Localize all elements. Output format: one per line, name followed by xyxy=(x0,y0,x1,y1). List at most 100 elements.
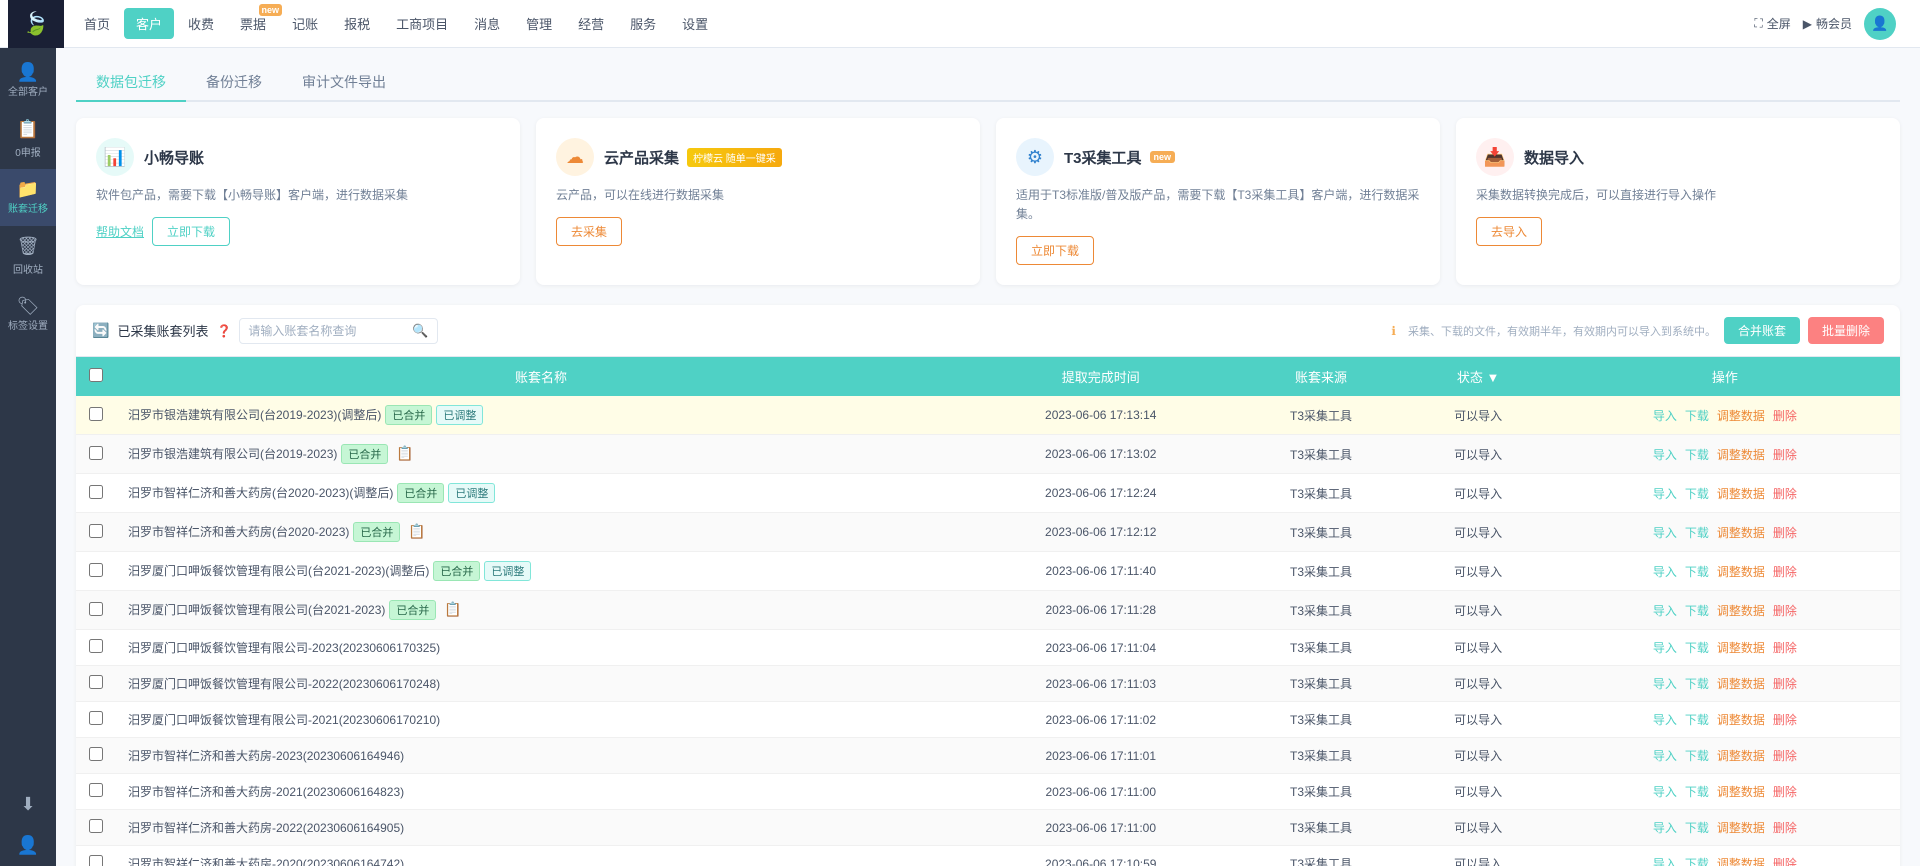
action-调整数据-2[interactable]: 调整数据 xyxy=(1717,487,1765,501)
action-下载-10[interactable]: 下载 xyxy=(1685,785,1709,799)
copy-icon[interactable]: 📋 xyxy=(392,445,413,461)
tab-audit-export[interactable]: 审计文件导出 xyxy=(282,64,406,102)
action-导入-11[interactable]: 导入 xyxy=(1653,821,1677,835)
topnav-item-account[interactable]: 记账 xyxy=(280,8,330,39)
action-下载-5[interactable]: 下载 xyxy=(1685,604,1709,618)
batch-delete-btn[interactable]: 批量删除 xyxy=(1808,317,1884,344)
action-导入-7[interactable]: 导入 xyxy=(1653,677,1677,691)
action-调整数据-6[interactable]: 调整数据 xyxy=(1717,641,1765,655)
topnav-item-home[interactable]: 首页 xyxy=(72,8,122,39)
action-删除-11[interactable]: 删除 xyxy=(1773,821,1797,835)
sidebar-item-account-migration[interactable]: 📁 账套迁移 xyxy=(0,169,56,226)
action-导入-0[interactable]: 导入 xyxy=(1653,409,1677,423)
topnav-item-fee[interactable]: 收费 xyxy=(176,8,226,39)
sidebar-item-zero-report[interactable]: 📋 0申报 xyxy=(0,109,56,169)
action-调整数据-5[interactable]: 调整数据 xyxy=(1717,604,1765,618)
action-导入-8[interactable]: 导入 xyxy=(1653,713,1677,727)
sidebar-item-recycle[interactable]: 🗑 回收站 xyxy=(0,226,56,286)
action-导入-6[interactable]: 导入 xyxy=(1653,641,1677,655)
action-导入-1[interactable]: 导入 xyxy=(1653,448,1677,462)
action-下载-11[interactable]: 下载 xyxy=(1685,821,1709,835)
row-checkbox-2[interactable] xyxy=(89,485,103,499)
action-删除-10[interactable]: 删除 xyxy=(1773,785,1797,799)
user-avatar[interactable]: 👤 xyxy=(1864,8,1896,40)
col-status[interactable]: 状态 ▼ xyxy=(1407,357,1550,396)
action-删除-1[interactable]: 删除 xyxy=(1773,448,1797,462)
action-删除-3[interactable]: 删除 xyxy=(1773,526,1797,540)
topnav-item-service[interactable]: 服务 xyxy=(618,8,668,39)
action-下载-4[interactable]: 下载 xyxy=(1685,565,1709,579)
action-导入-5[interactable]: 导入 xyxy=(1653,604,1677,618)
action-删除-12[interactable]: 删除 xyxy=(1773,857,1797,866)
topnav-item-operation[interactable]: 经营 xyxy=(566,8,616,39)
sidebar-user-btn[interactable]: 👤 xyxy=(0,825,56,866)
row-checkbox-3[interactable] xyxy=(89,524,103,538)
help-icon[interactable]: ❓ xyxy=(216,324,231,338)
t3-tool-download-btn[interactable]: 立即下载 xyxy=(1016,236,1094,265)
row-checkbox-0[interactable] xyxy=(89,407,103,421)
action-调整数据-0[interactable]: 调整数据 xyxy=(1717,409,1765,423)
xiaochangzhang-download-btn[interactable]: 立即下载 xyxy=(152,217,230,246)
topnav-item-tax[interactable]: 报税 xyxy=(332,8,382,39)
topnav-item-invoice[interactable]: 票据new xyxy=(228,8,278,39)
action-导入-12[interactable]: 导入 xyxy=(1653,857,1677,866)
search-icon[interactable]: 🔍 xyxy=(412,323,428,339)
search-input[interactable] xyxy=(248,324,408,338)
action-导入-2[interactable]: 导入 xyxy=(1653,487,1677,501)
row-checkbox-4[interactable] xyxy=(89,563,103,577)
action-调整数据-12[interactable]: 调整数据 xyxy=(1717,857,1765,866)
data-import-btn[interactable]: 去导入 xyxy=(1476,217,1542,246)
action-调整数据-4[interactable]: 调整数据 xyxy=(1717,565,1765,579)
row-checkbox-6[interactable] xyxy=(89,639,103,653)
action-导入-9[interactable]: 导入 xyxy=(1653,749,1677,763)
row-checkbox-8[interactable] xyxy=(89,711,103,725)
select-all-checkbox[interactable] xyxy=(89,368,103,382)
fullscreen-btn[interactable]: ⛶全屏 xyxy=(1754,15,1790,32)
action-下载-2[interactable]: 下载 xyxy=(1685,487,1709,501)
action-调整数据-1[interactable]: 调整数据 xyxy=(1717,448,1765,462)
action-导入-10[interactable]: 导入 xyxy=(1653,785,1677,799)
action-下载-7[interactable]: 下载 xyxy=(1685,677,1709,691)
xiaochangzhang-help-link[interactable]: 帮助文档 xyxy=(96,223,144,240)
sidebar-item-tag-settings[interactable]: 🏷 标签设置 xyxy=(0,286,56,343)
row-checkbox-5[interactable] xyxy=(89,602,103,616)
topnav-item-customer[interactable]: 客户 xyxy=(124,8,174,39)
cloud-collect-btn[interactable]: 去采集 xyxy=(556,217,622,246)
action-删除-9[interactable]: 删除 xyxy=(1773,749,1797,763)
action-导入-4[interactable]: 导入 xyxy=(1653,565,1677,579)
action-导入-3[interactable]: 导入 xyxy=(1653,526,1677,540)
row-checkbox-11[interactable] xyxy=(89,819,103,833)
tab-data-migration[interactable]: 数据包迁移 xyxy=(76,64,186,102)
topnav-item-message[interactable]: 消息 xyxy=(462,8,512,39)
merge-accounts-btn[interactable]: 合并账套 xyxy=(1724,317,1800,344)
topnav-item-settings[interactable]: 设置 xyxy=(670,8,720,39)
action-删除-0[interactable]: 删除 xyxy=(1773,409,1797,423)
action-删除-5[interactable]: 删除 xyxy=(1773,604,1797,618)
tab-backup-migration[interactable]: 备份迁移 xyxy=(186,64,282,102)
action-调整数据-8[interactable]: 调整数据 xyxy=(1717,713,1765,727)
action-调整数据-3[interactable]: 调整数据 xyxy=(1717,526,1765,540)
action-调整数据-10[interactable]: 调整数据 xyxy=(1717,785,1765,799)
action-删除-8[interactable]: 删除 xyxy=(1773,713,1797,727)
action-下载-0[interactable]: 下载 xyxy=(1685,409,1709,423)
action-下载-12[interactable]: 下载 xyxy=(1685,857,1709,866)
row-checkbox-1[interactable] xyxy=(89,446,103,460)
topnav-item-manage[interactable]: 管理 xyxy=(514,8,564,39)
row-checkbox-7[interactable] xyxy=(89,675,103,689)
action-调整数据-9[interactable]: 调整数据 xyxy=(1717,749,1765,763)
app-logo[interactable]: 🍃 xyxy=(8,0,64,48)
sidebar-item-all-customers[interactable]: 👤 全部客户 xyxy=(0,52,56,109)
action-删除-4[interactable]: 删除 xyxy=(1773,565,1797,579)
row-checkbox-10[interactable] xyxy=(89,783,103,797)
sidebar-download-btn[interactable]: ⬇ xyxy=(0,784,56,825)
action-删除-2[interactable]: 删除 xyxy=(1773,487,1797,501)
action-下载-9[interactable]: 下载 xyxy=(1685,749,1709,763)
action-下载-3[interactable]: 下载 xyxy=(1685,526,1709,540)
copy-icon[interactable]: 📋 xyxy=(440,601,461,617)
action-下载-8[interactable]: 下载 xyxy=(1685,713,1709,727)
copy-icon[interactable]: 📋 xyxy=(404,523,425,539)
action-调整数据-11[interactable]: 调整数据 xyxy=(1717,821,1765,835)
action-删除-7[interactable]: 删除 xyxy=(1773,677,1797,691)
action-删除-6[interactable]: 删除 xyxy=(1773,641,1797,655)
row-checkbox-9[interactable] xyxy=(89,747,103,761)
